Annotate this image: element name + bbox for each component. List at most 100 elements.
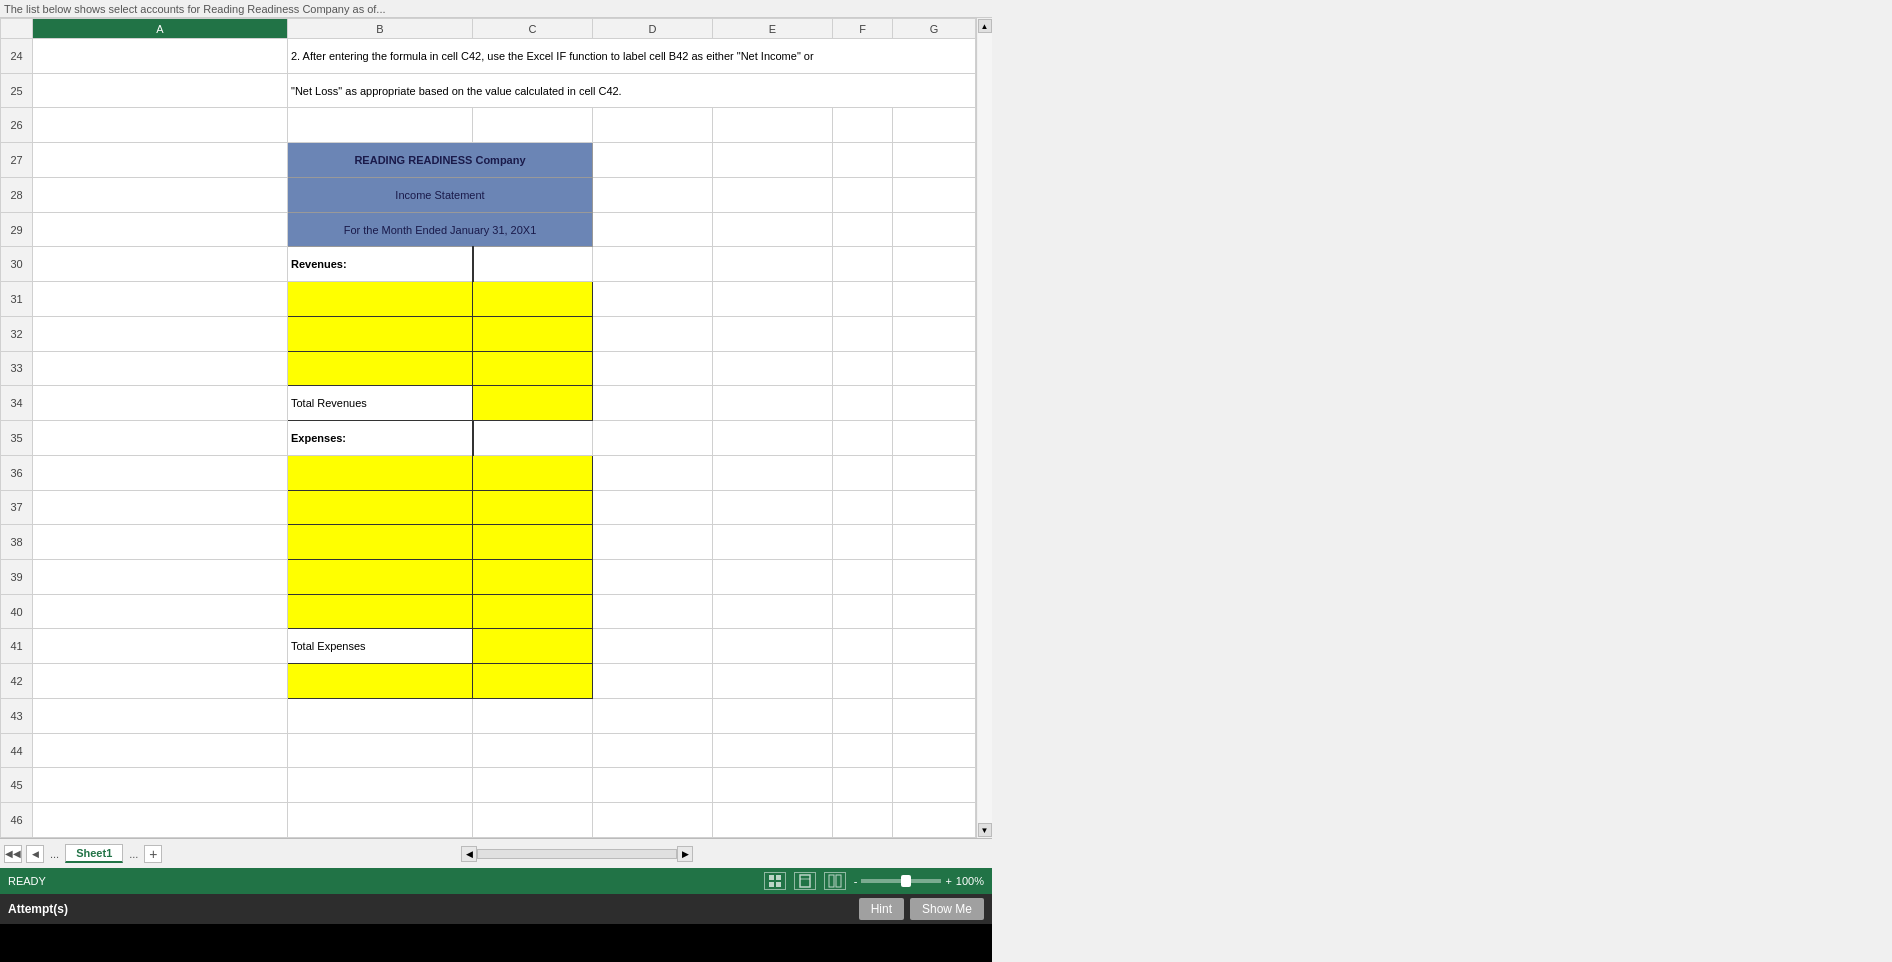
- cell-f26[interactable]: [833, 108, 893, 143]
- cell-c31[interactable]: [473, 282, 593, 317]
- cell-e43[interactable]: [713, 698, 833, 733]
- normal-view-button[interactable]: [764, 872, 786, 890]
- cell-b34[interactable]: Total Revenues: [288, 386, 473, 421]
- hscroll-right-button[interactable]: ▶: [677, 846, 693, 862]
- cell-a44[interactable]: [33, 733, 288, 768]
- cell-c30[interactable]: [473, 247, 593, 282]
- cell-f30[interactable]: [833, 247, 893, 282]
- cell-g38[interactable]: [893, 525, 976, 560]
- cell-g32[interactable]: [893, 316, 976, 351]
- cell-d33[interactable]: [593, 351, 713, 386]
- zoom-slider[interactable]: [861, 879, 941, 883]
- cell-e44[interactable]: [713, 733, 833, 768]
- cell-g33[interactable]: [893, 351, 976, 386]
- cell-a25[interactable]: [33, 73, 288, 108]
- cell-g31[interactable]: [893, 282, 976, 317]
- cell-f32[interactable]: [833, 316, 893, 351]
- cell-a42[interactable]: [33, 664, 288, 699]
- cell-a34[interactable]: [33, 386, 288, 421]
- cell-g30[interactable]: [893, 247, 976, 282]
- cell-e36[interactable]: [713, 455, 833, 490]
- cell-e34[interactable]: [713, 386, 833, 421]
- cell-a38[interactable]: [33, 525, 288, 560]
- cell-g41[interactable]: [893, 629, 976, 664]
- cell-a40[interactable]: [33, 594, 288, 629]
- zoom-plus[interactable]: +: [945, 875, 951, 887]
- cell-g40[interactable]: [893, 594, 976, 629]
- col-header-d[interactable]: D: [593, 19, 713, 39]
- cell-f41[interactable]: [833, 629, 893, 664]
- cell-b31[interactable]: [288, 282, 473, 317]
- show-me-button[interactable]: Show Me: [910, 898, 984, 920]
- cell-f28[interactable]: [833, 177, 893, 212]
- cell-d38[interactable]: [593, 525, 713, 560]
- cell-e37[interactable]: [713, 490, 833, 525]
- cell-a36[interactable]: [33, 455, 288, 490]
- cell-f33[interactable]: [833, 351, 893, 386]
- cell-a35[interactable]: [33, 421, 288, 456]
- cell-b25[interactable]: "Net Loss" as appropriate based on the v…: [288, 73, 976, 108]
- cell-c39[interactable]: [473, 560, 593, 595]
- cell-g36[interactable]: [893, 455, 976, 490]
- cell-d30[interactable]: [593, 247, 713, 282]
- cell-b42[interactable]: [288, 664, 473, 699]
- cell-a37[interactable]: [33, 490, 288, 525]
- cell-b28[interactable]: Income Statement: [288, 177, 593, 212]
- cell-c33[interactable]: [473, 351, 593, 386]
- cell-e45[interactable]: [713, 768, 833, 803]
- cell-b44[interactable]: [288, 733, 473, 768]
- cell-e26[interactable]: [713, 108, 833, 143]
- cell-b38[interactable]: [288, 525, 473, 560]
- cell-b45[interactable]: [288, 768, 473, 803]
- cell-c36[interactable]: [473, 455, 593, 490]
- cell-e32[interactable]: [713, 316, 833, 351]
- cell-d42[interactable]: [593, 664, 713, 699]
- cell-e27[interactable]: [713, 143, 833, 178]
- col-header-e[interactable]: E: [713, 19, 833, 39]
- cell-e39[interactable]: [713, 560, 833, 595]
- cell-b30[interactable]: Revenues:: [288, 247, 473, 282]
- page-break-button[interactable]: [824, 872, 846, 890]
- cell-g42[interactable]: [893, 664, 976, 699]
- cell-d43[interactable]: [593, 698, 713, 733]
- col-header-c[interactable]: C: [473, 19, 593, 39]
- cell-b29[interactable]: For the Month Ended January 31, 20X1: [288, 212, 593, 247]
- cell-c44[interactable]: [473, 733, 593, 768]
- cell-d36[interactable]: [593, 455, 713, 490]
- cell-e29[interactable]: [713, 212, 833, 247]
- col-header-f[interactable]: F: [833, 19, 893, 39]
- cell-d26[interactable]: [593, 108, 713, 143]
- cell-d29[interactable]: [593, 212, 713, 247]
- cell-e41[interactable]: [713, 629, 833, 664]
- cell-g39[interactable]: [893, 560, 976, 595]
- cell-d37[interactable]: [593, 490, 713, 525]
- cell-c40[interactable]: [473, 594, 593, 629]
- hscroll-left-button[interactable]: ◀: [461, 846, 477, 862]
- cell-f46[interactable]: [833, 803, 893, 838]
- cell-g45[interactable]: [893, 768, 976, 803]
- cell-d35[interactable]: [593, 421, 713, 456]
- cell-d27[interactable]: [593, 143, 713, 178]
- cell-e40[interactable]: [713, 594, 833, 629]
- cell-b37[interactable]: [288, 490, 473, 525]
- cell-b26[interactable]: [288, 108, 473, 143]
- cell-f45[interactable]: [833, 768, 893, 803]
- col-header-a[interactable]: A: [33, 19, 288, 39]
- hscroll-track[interactable]: [477, 849, 677, 859]
- cell-f42[interactable]: [833, 664, 893, 699]
- tab-sheet1[interactable]: Sheet1: [65, 844, 123, 863]
- cell-b27[interactable]: READING READINESS Company: [288, 143, 593, 178]
- cell-a27[interactable]: [33, 143, 288, 178]
- cell-d34[interactable]: [593, 386, 713, 421]
- cell-c35[interactable]: [473, 421, 593, 456]
- cell-g46[interactable]: [893, 803, 976, 838]
- cell-a46[interactable]: [33, 803, 288, 838]
- cell-g26[interactable]: [893, 108, 976, 143]
- cell-d41[interactable]: [593, 629, 713, 664]
- hint-button[interactable]: Hint: [859, 898, 904, 920]
- tab-dots-left[interactable]: ...: [48, 848, 61, 860]
- cell-f29[interactable]: [833, 212, 893, 247]
- cell-c42[interactable]: [473, 664, 593, 699]
- cell-b41[interactable]: Total Expenses: [288, 629, 473, 664]
- cell-d31[interactable]: [593, 282, 713, 317]
